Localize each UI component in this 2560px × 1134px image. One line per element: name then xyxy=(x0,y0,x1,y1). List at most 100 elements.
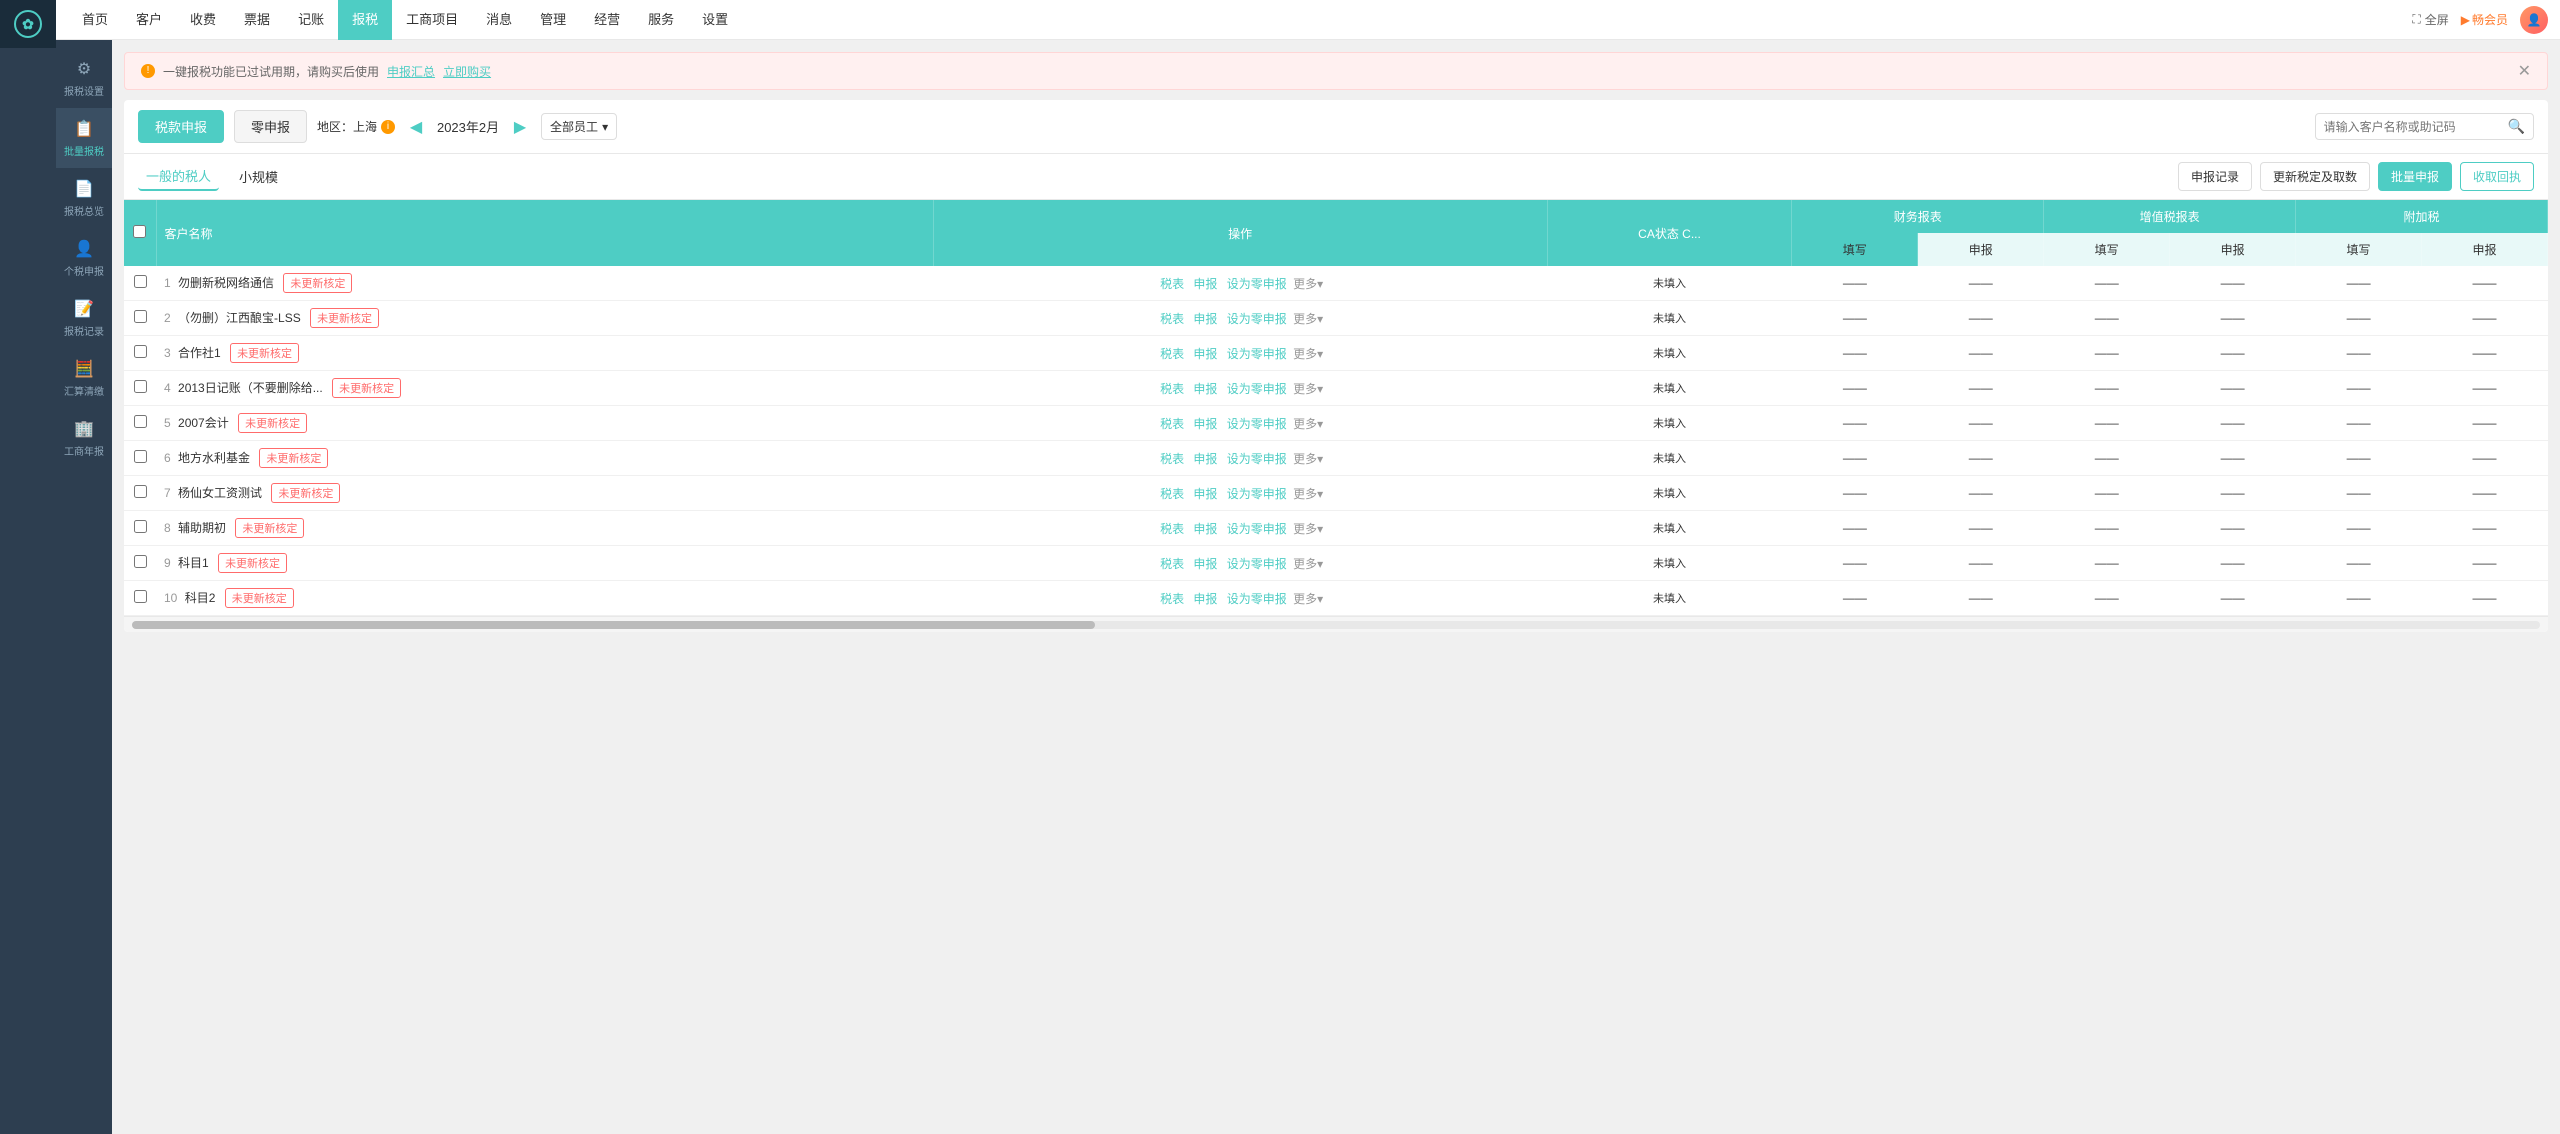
tab-zero-declaration[interactable]: 零申报 xyxy=(234,110,307,143)
row-op-zero-7[interactable]: 设为零申报 xyxy=(1227,522,1287,536)
row-op-more-8[interactable]: 更多▾ xyxy=(1293,557,1323,571)
alert-link1[interactable]: 申报汇总 xyxy=(387,63,435,80)
row-op-declare-1[interactable]: 申报 xyxy=(1193,312,1217,326)
row-op-declare-0[interactable]: 申报 xyxy=(1193,277,1217,291)
search-input[interactable] xyxy=(2324,120,2504,134)
row-checkbox-6[interactable] xyxy=(134,485,147,498)
nav-client[interactable]: 客户 xyxy=(122,0,176,40)
region-info-icon[interactable]: i xyxy=(381,120,395,134)
row-op-zero-2[interactable]: 设为零申报 xyxy=(1227,347,1287,361)
nav-bookkeeping[interactable]: 记账 xyxy=(284,0,338,40)
nav-service[interactable]: 服务 xyxy=(634,0,688,40)
row-tax-report-3: —— xyxy=(2170,371,2296,406)
module-settlement[interactable]: 🧮 汇算清缴 xyxy=(56,348,112,408)
receipt-button[interactable]: 收取回执 xyxy=(2460,162,2534,191)
table-row: 3 合作社1 未更新核定 税表 申报 设为零申报 更多▾ 未填入 —— —— —… xyxy=(124,336,2548,371)
row-op-zero-9[interactable]: 设为零申报 xyxy=(1227,592,1287,606)
module-tax-overview[interactable]: 📄 报税总览 xyxy=(56,168,112,228)
staff-select[interactable]: 全部员工 ▾ xyxy=(541,113,617,140)
module-personal-tax[interactable]: 👤 个税申报 xyxy=(56,228,112,288)
row-checkbox-4[interactable] xyxy=(134,415,147,428)
row-op-taxform-1[interactable]: 税表 xyxy=(1160,312,1184,326)
row-op-declare-7[interactable]: 申报 xyxy=(1193,522,1217,536)
row-op-zero-4[interactable]: 设为零申报 xyxy=(1227,417,1287,431)
row-op-declare-4[interactable]: 申报 xyxy=(1193,417,1217,431)
row-op-more-9[interactable]: 更多▾ xyxy=(1293,592,1323,606)
row-ca-9: 未填入 xyxy=(1547,581,1792,616)
row-op-taxform-3[interactable]: 税表 xyxy=(1160,382,1184,396)
row-op-more-6[interactable]: 更多▾ xyxy=(1293,487,1323,501)
row-checkbox-3[interactable] xyxy=(134,380,147,393)
record-button[interactable]: 申报记录 xyxy=(2178,162,2252,191)
tab-tax-declaration[interactable]: 税款申报 xyxy=(138,110,224,143)
date-prev-button[interactable]: ◀ xyxy=(405,116,427,138)
row-op-declare-6[interactable]: 申报 xyxy=(1193,487,1217,501)
row-checkbox-1[interactable] xyxy=(134,310,147,323)
row-op-more-3[interactable]: 更多▾ xyxy=(1293,382,1323,396)
scrollbar-thumb[interactable] xyxy=(132,621,1095,629)
row-op-taxform-8[interactable]: 税表 xyxy=(1160,557,1184,571)
type-small[interactable]: 小规模 xyxy=(231,163,286,190)
row-add-fill-0: —— xyxy=(2296,266,2422,301)
module-annual-report[interactable]: 🏢 工商年报 xyxy=(56,408,112,468)
row-op-taxform-6[interactable]: 税表 xyxy=(1160,487,1184,501)
row-op-zero-6[interactable]: 设为零申报 xyxy=(1227,487,1287,501)
module-tax-settings[interactable]: ⚙ 报税设置 xyxy=(56,48,112,108)
row-checkbox-5[interactable] xyxy=(134,450,147,463)
batch-tax-icon: 📋 xyxy=(74,119,94,139)
row-op-more-2[interactable]: 更多▾ xyxy=(1293,347,1323,361)
row-op-zero-1[interactable]: 设为零申报 xyxy=(1227,312,1287,326)
row-checkbox-8[interactable] xyxy=(134,555,147,568)
row-op-more-5[interactable]: 更多▾ xyxy=(1293,452,1323,466)
row-checkbox-7[interactable] xyxy=(134,520,147,533)
fullscreen-button[interactable]: ⛶ 全屏 xyxy=(2412,11,2448,28)
row-op-more-0[interactable]: 更多▾ xyxy=(1293,277,1323,291)
row-op-taxform-5[interactable]: 税表 xyxy=(1160,452,1184,466)
nav-settings[interactable]: 设置 xyxy=(688,0,742,40)
row-op-taxform-7[interactable]: 税表 xyxy=(1160,522,1184,536)
date-next-button[interactable]: ▶ xyxy=(509,116,531,138)
nav-home[interactable]: 首页 xyxy=(68,0,122,40)
scrollbar-track[interactable] xyxy=(132,621,2540,629)
select-all-checkbox[interactable] xyxy=(133,225,146,238)
row-op-taxform-9[interactable]: 税表 xyxy=(1160,592,1184,606)
row-op-zero-3[interactable]: 设为零申报 xyxy=(1227,382,1287,396)
alert-link2[interactable]: 立即购买 xyxy=(443,63,491,80)
nav-business[interactable]: 工商项目 xyxy=(392,0,472,40)
upgrade-button[interactable]: ▶ 畅会员 xyxy=(2461,11,2508,28)
row-op-taxform-2[interactable]: 税表 xyxy=(1160,347,1184,361)
nav-tax[interactable]: 报税 xyxy=(338,0,392,40)
row-op-declare-9[interactable]: 申报 xyxy=(1193,592,1217,606)
row-checkbox-9[interactable] xyxy=(134,590,147,603)
row-op-more-7[interactable]: 更多▾ xyxy=(1293,522,1323,536)
row-tax-report-6: —— xyxy=(2170,476,2296,511)
row-op-more-1[interactable]: 更多▾ xyxy=(1293,312,1323,326)
row-op-declare-5[interactable]: 申报 xyxy=(1193,452,1217,466)
user-avatar[interactable]: 👤 xyxy=(2520,6,2548,34)
module-annual-report-label: 工商年报 xyxy=(64,443,104,458)
row-op-declare-2[interactable]: 申报 xyxy=(1193,347,1217,361)
row-op-taxform-0[interactable]: 税表 xyxy=(1160,277,1184,291)
row-checkbox-2[interactable] xyxy=(134,345,147,358)
row-checkbox-0[interactable] xyxy=(134,275,147,288)
module-batch-tax[interactable]: 📋 批量报税 xyxy=(56,108,112,168)
nav-message[interactable]: 消息 xyxy=(472,0,526,40)
nav-ops[interactable]: 经营 xyxy=(580,0,634,40)
row-op-declare-3[interactable]: 申报 xyxy=(1193,382,1217,396)
nav-fee[interactable]: 收费 xyxy=(176,0,230,40)
row-op-taxform-4[interactable]: 税表 xyxy=(1160,417,1184,431)
row-op-zero-5[interactable]: 设为零申报 xyxy=(1227,452,1287,466)
nav-admin[interactable]: 管理 xyxy=(526,0,580,40)
row-op-zero-0[interactable]: 设为零申报 xyxy=(1227,277,1287,291)
row-op-zero-8[interactable]: 设为零申报 xyxy=(1227,557,1287,571)
alert-close-button[interactable]: ✕ xyxy=(2518,61,2531,81)
nav-invoice[interactable]: 票据 xyxy=(230,0,284,40)
row-op-declare-8[interactable]: 申报 xyxy=(1193,557,1217,571)
type-general[interactable]: 一般的税人 xyxy=(138,162,219,191)
alert-text: ! 一键报税功能已过试用期，请购买后使用 申报汇总 立即购买 xyxy=(141,63,491,80)
module-tax-records[interactable]: 📝 报税记录 xyxy=(56,288,112,348)
row-op-more-4[interactable]: 更多▾ xyxy=(1293,417,1323,431)
update-button[interactable]: 更新税定及取数 xyxy=(2260,162,2370,191)
search-icon[interactable]: 🔍 xyxy=(2508,118,2525,135)
batch-declare-button[interactable]: 批量申报 xyxy=(2378,162,2452,191)
